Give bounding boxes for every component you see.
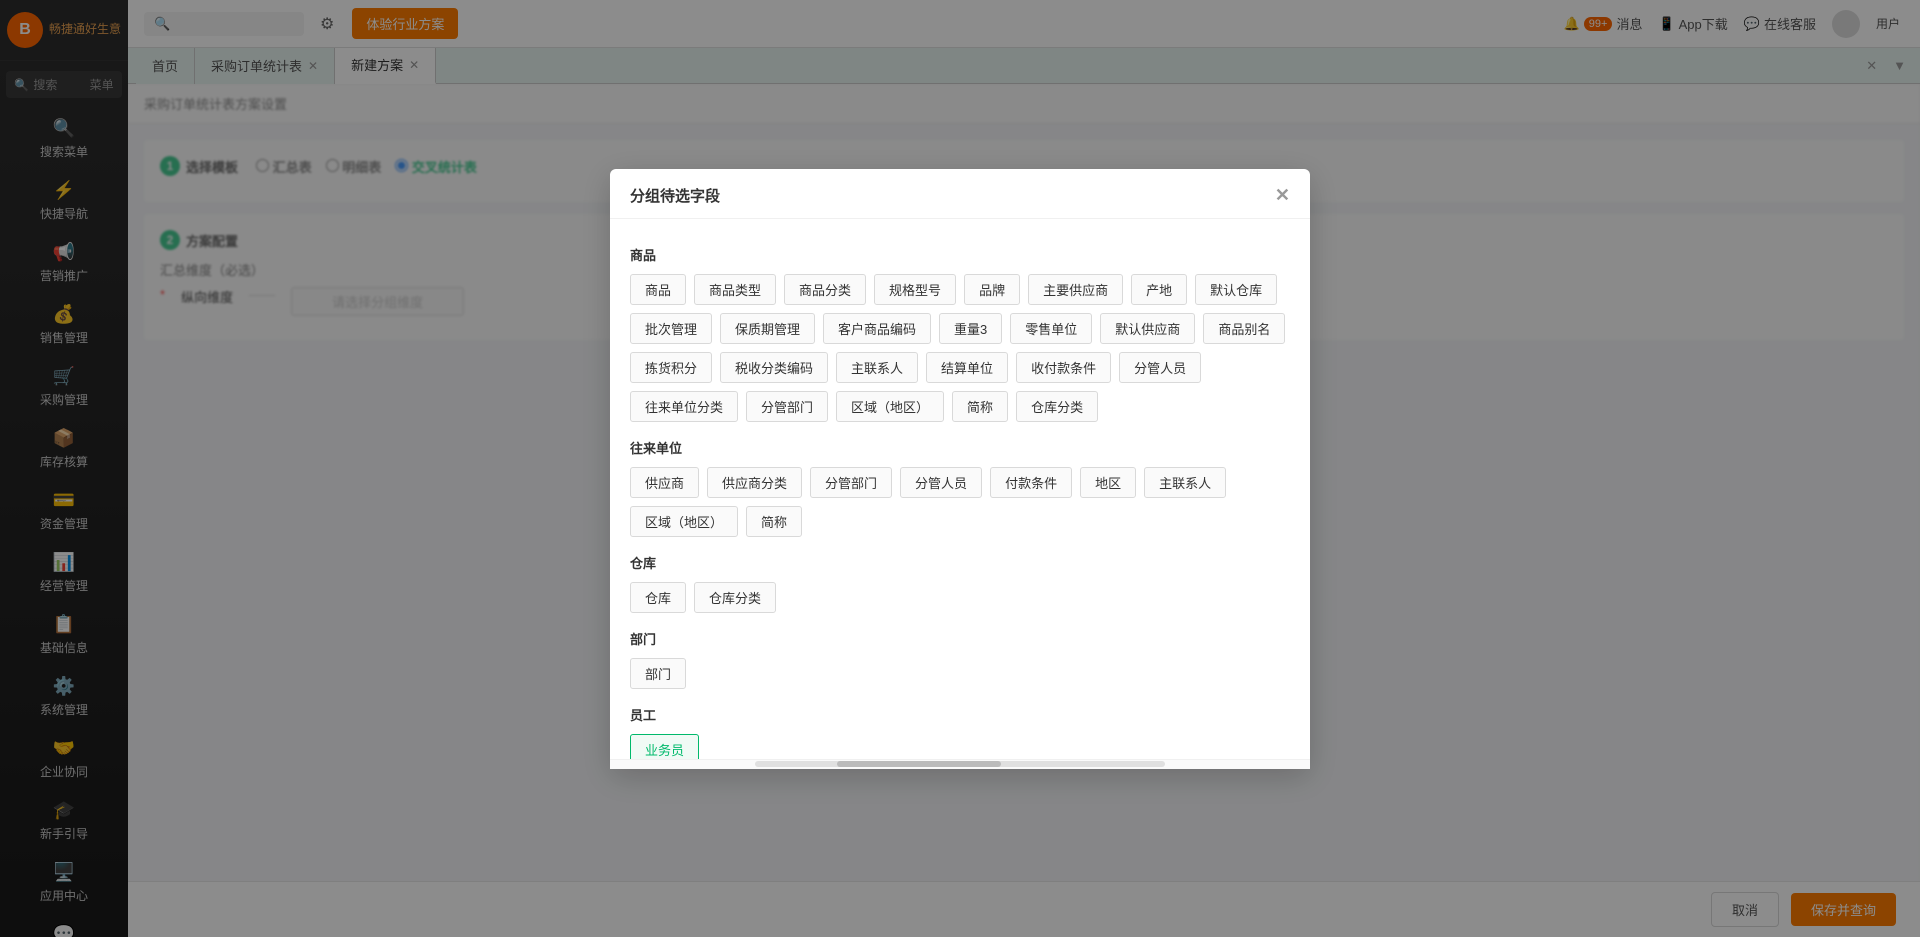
tag-item-1-7[interactable]: 区域（地区）	[630, 506, 738, 537]
modal-section-title-2: 仓库	[630, 553, 1290, 572]
tag-item-0-21[interactable]: 往来单位分类	[630, 391, 738, 422]
tag-item-4-0[interactable]: 业务员	[630, 734, 699, 760]
tag-item-3-0[interactable]: 部门	[630, 658, 686, 689]
tag-item-1-5[interactable]: 地区	[1080, 467, 1136, 498]
modal-tags-group-4: 业务员	[630, 734, 1290, 760]
tag-item-0-24[interactable]: 简称	[952, 391, 1008, 422]
modal-body[interactable]: 商品商品商品类型商品分类规格型号品牌主要供应商产地默认仓库批次管理保质期管理客户…	[610, 219, 1310, 760]
tag-item-0-15[interactable]: 拣货积分	[630, 352, 712, 383]
tag-item-0-0[interactable]: 商品	[630, 274, 686, 305]
tag-item-1-6[interactable]: 主联系人	[1144, 467, 1226, 498]
tag-item-0-3[interactable]: 规格型号	[874, 274, 956, 305]
modal-tags-group-3: 部门	[630, 658, 1290, 689]
tag-item-0-14[interactable]: 商品别名	[1203, 313, 1285, 344]
tag-item-1-4[interactable]: 付款条件	[990, 467, 1072, 498]
modal-tags-group-0: 商品商品类型商品分类规格型号品牌主要供应商产地默认仓库批次管理保质期管理客户商品…	[630, 274, 1290, 422]
tag-item-1-1[interactable]: 供应商分类	[707, 467, 802, 498]
tag-item-0-11[interactable]: 重量3	[939, 313, 1002, 344]
tag-item-0-2[interactable]: 商品分类	[784, 274, 866, 305]
modal-tags-group-2: 仓库仓库分类	[630, 582, 1290, 613]
modal-overlay: 分组待选字段 ✕ 商品商品商品类型商品分类规格型号品牌主要供应商产地默认仓库批次…	[0, 0, 1920, 937]
tag-item-1-2[interactable]: 分管部门	[810, 467, 892, 498]
tag-item-0-18[interactable]: 结算单位	[926, 352, 1008, 383]
tag-item-0-13[interactable]: 默认供应商	[1100, 313, 1195, 344]
tag-item-0-9[interactable]: 保质期管理	[720, 313, 815, 344]
modal-header: 分组待选字段 ✕	[610, 169, 1310, 219]
tag-item-0-25[interactable]: 仓库分类	[1016, 391, 1098, 422]
tag-item-0-22[interactable]: 分管部门	[746, 391, 828, 422]
tag-item-0-23[interactable]: 区域（地区）	[836, 391, 944, 422]
modal-tags-group-1: 供应商供应商分类分管部门分管人员付款条件地区主联系人区域（地区） 简称	[630, 467, 1290, 537]
tag-item-2-1[interactable]: 仓库分类	[694, 582, 776, 613]
tag-item-0-17[interactable]: 主联系人	[836, 352, 918, 383]
modal-section-title-3: 部门	[630, 629, 1290, 648]
tag-item-0-5[interactable]: 主要供应商	[1028, 274, 1123, 305]
tag-item-1-8[interactable]: 简称	[746, 506, 802, 537]
tag-item-0-16[interactable]: 税收分类编码	[720, 352, 828, 383]
tag-item-0-12[interactable]: 零售单位	[1010, 313, 1092, 344]
tag-item-0-1[interactable]: 商品类型	[694, 274, 776, 305]
modal-section-title-1: 往来单位	[630, 438, 1290, 457]
tag-item-1-3[interactable]: 分管人员	[900, 467, 982, 498]
tag-item-0-4[interactable]: 品牌	[964, 274, 1020, 305]
field-select-modal: 分组待选字段 ✕ 商品商品商品类型商品分类规格型号品牌主要供应商产地默认仓库批次…	[610, 169, 1310, 769]
modal-close-btn[interactable]: ✕	[1275, 185, 1290, 206]
tag-item-0-19[interactable]: 收付款条件	[1016, 352, 1111, 383]
tag-item-0-10[interactable]: 客户商品编码	[823, 313, 931, 344]
tag-item-1-0[interactable]: 供应商	[630, 467, 699, 498]
tag-item-2-0[interactable]: 仓库	[630, 582, 686, 613]
modal-section-title-0: 商品	[630, 245, 1290, 264]
modal-section-title-4: 员工	[630, 705, 1290, 724]
tag-item-0-20[interactable]: 分管人员	[1119, 352, 1201, 383]
tag-item-0-7[interactable]: 默认仓库	[1195, 274, 1277, 305]
tag-item-0-8[interactable]: 批次管理	[630, 313, 712, 344]
modal-scrollbar-area	[610, 759, 1310, 768]
modal-title: 分组待选字段	[630, 185, 720, 206]
tag-item-0-6[interactable]: 产地	[1131, 274, 1187, 305]
